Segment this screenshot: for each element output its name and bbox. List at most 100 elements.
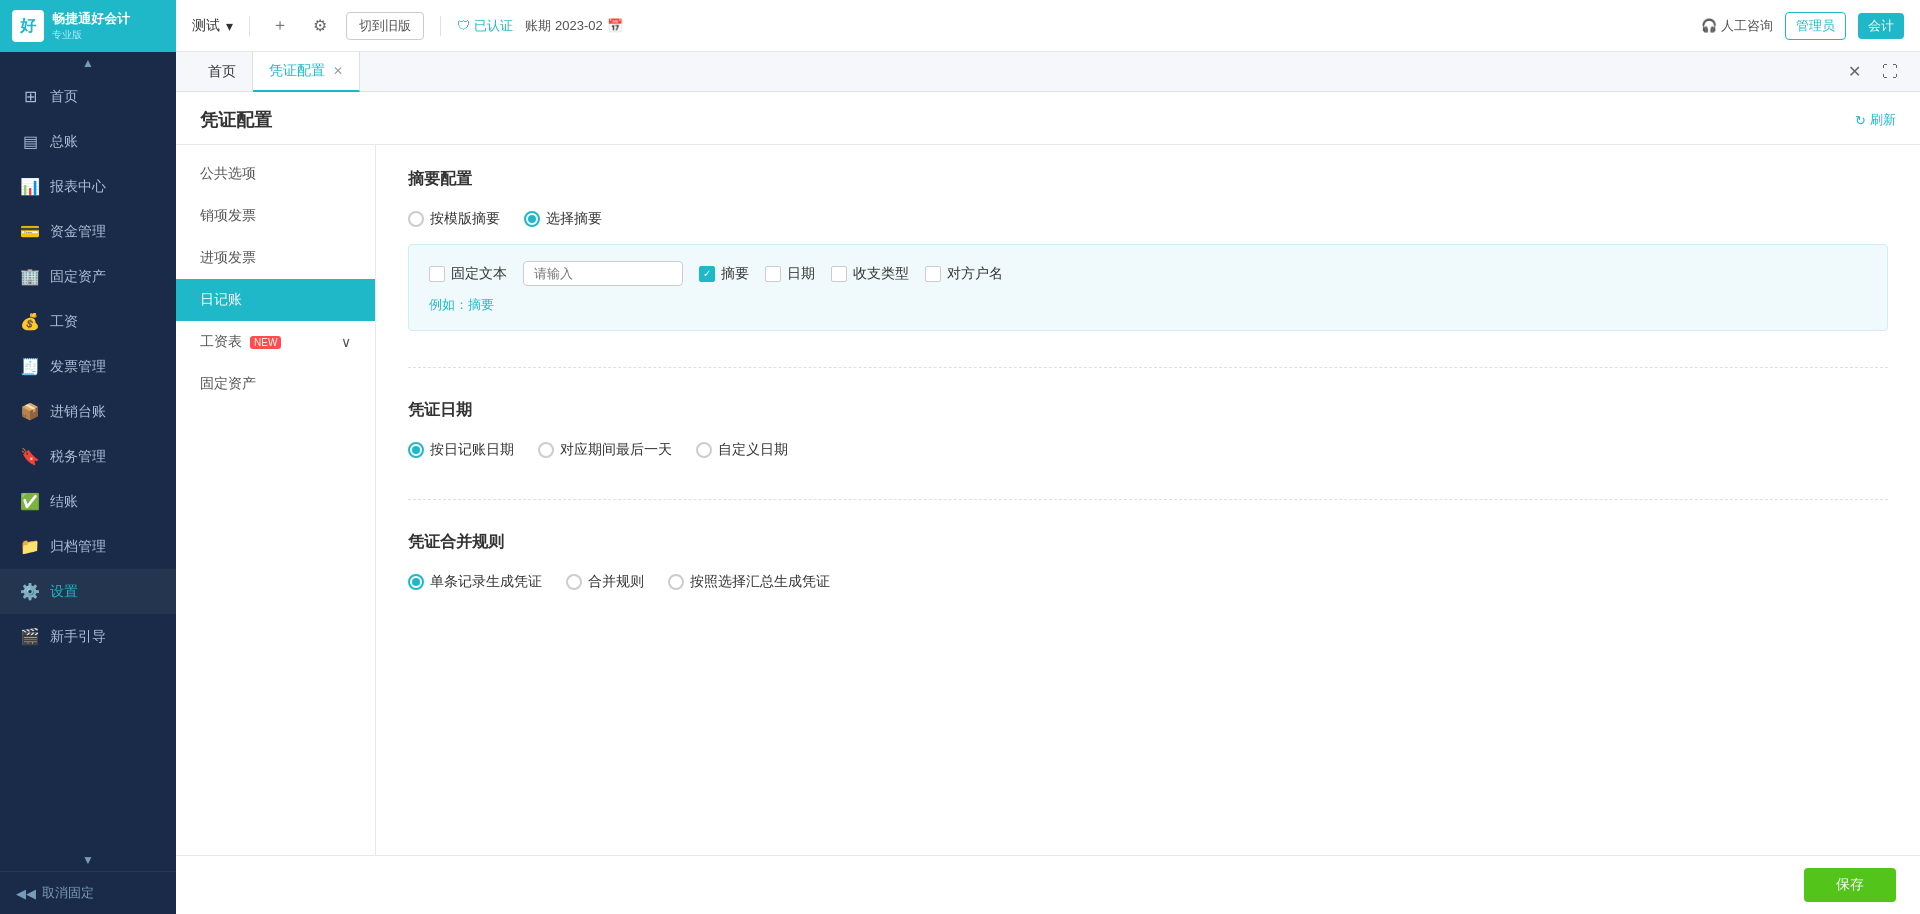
sidebar-label-assets: 固定资产: [50, 268, 106, 286]
radio-template-summary[interactable]: 按模版摘要: [408, 210, 500, 228]
cancel-fixed-label: 取消固定: [42, 884, 94, 902]
summary-config-box: 固定文本 ✓ 摘要 日期: [408, 244, 1888, 331]
checkbox-date-label: 日期: [787, 265, 815, 283]
merge-title: 凭证合并规则: [408, 532, 1888, 553]
sidebar-item-reports[interactable]: 📊 报表中心: [0, 164, 176, 209]
checkbox-payment-label: 收支类型: [853, 265, 909, 283]
down-arrow-icon: ▼: [82, 853, 94, 867]
radio-select-label: 选择摘要: [546, 210, 602, 228]
sidebar-item-invoice[interactable]: 🧾 发票管理: [0, 344, 176, 389]
sidebar-item-guide[interactable]: 🎬 新手引导: [0, 614, 176, 659]
radio-custom-label: 自定义日期: [718, 441, 788, 459]
sidebar-item-assets[interactable]: 🏢 固定资产: [0, 254, 176, 299]
nav-item-journal[interactable]: 日记账: [176, 279, 375, 321]
checkbox-date[interactable]: 日期: [765, 265, 815, 283]
up-arrow-icon: ▲: [82, 56, 94, 70]
radio-journal-label: 按日记账日期: [430, 441, 514, 459]
sidebar-label-reports: 报表中心: [50, 178, 106, 196]
sidebar-item-tax[interactable]: 🔖 税务管理: [0, 434, 176, 479]
assets-icon: 🏢: [20, 267, 40, 286]
tax-icon: 🔖: [20, 447, 40, 466]
checkbox-summary-label: 摘要: [721, 265, 749, 283]
sidebar-label-close: 结账: [50, 493, 78, 511]
logo-text: 畅捷通好会计 专业版: [52, 10, 130, 42]
certified-label: 已认证: [474, 17, 513, 35]
page-body: 公共选项 销项发票 进项发票 日记账 工资表 NEW: [176, 145, 1920, 855]
fullscreen-btn[interactable]: ⛶: [1876, 58, 1904, 86]
sidebar-item-archive[interactable]: 📁 归档管理: [0, 524, 176, 569]
radio-merge-circle: [566, 574, 582, 590]
summary-title: 摘要配置: [408, 169, 1888, 190]
radio-summary-generate[interactable]: 按照选择汇总生成凭证: [668, 573, 830, 591]
accountant-btn[interactable]: 会计: [1858, 13, 1904, 39]
radio-summary-label: 按照选择汇总生成凭证: [690, 573, 830, 591]
nav-item-payroll[interactable]: 工资表 NEW ∨: [176, 321, 375, 363]
sidebar-item-salary[interactable]: 💰 工资: [0, 299, 176, 344]
sidebar-item-sales[interactable]: 📦 进销台账: [0, 389, 176, 434]
merge-radio-group: 单条记录生成凭证 合并规则 按照选择汇总生成凭证: [408, 573, 1888, 591]
tab-voucher-config[interactable]: 凭证配置 ✕: [253, 52, 360, 92]
sidebar-label-invoice: 发票管理: [50, 358, 106, 376]
nav-item-sales-invoice[interactable]: 销项发票: [176, 195, 375, 237]
tab-close-icon[interactable]: ✕: [333, 64, 343, 78]
page-footer: 保存: [176, 855, 1920, 914]
sidebar-scroll-up[interactable]: ▲: [0, 52, 176, 74]
sidebar-label-funds: 资金管理: [50, 223, 106, 241]
nav-label-public: 公共选项: [200, 165, 256, 183]
topbar: 测试 ▾ ＋ ⚙ 切到旧版 🛡 已认证 账期 2023-02 📅 🎧 人工咨询 …: [176, 0, 1920, 52]
fixed-text-input[interactable]: [523, 261, 683, 286]
old-version-btn[interactable]: 切到旧版: [346, 12, 424, 40]
sidebar-item-funds[interactable]: 💳 资金管理: [0, 209, 176, 254]
radio-select-summary[interactable]: 选择摘要: [524, 210, 602, 228]
checkbox-fixed-text[interactable]: 固定文本: [429, 265, 507, 283]
sidebar-item-home[interactable]: ⊞ 首页: [0, 74, 176, 119]
radio-last-day[interactable]: 对应期间最后一天: [538, 441, 672, 459]
checkbox-summary[interactable]: ✓ 摘要: [699, 265, 749, 283]
calendar-icon[interactable]: 📅: [607, 18, 623, 33]
new-badge: NEW: [250, 336, 281, 349]
sidebar-item-ledger[interactable]: ▤ 总账: [0, 119, 176, 164]
sidebar-item-settings[interactable]: ⚙️ 设置: [0, 569, 176, 614]
sidebar-item-close[interactable]: ✅ 结账: [0, 479, 176, 524]
checkbox-payment-box: [831, 266, 847, 282]
sidebar-scroll-down[interactable]: ▼: [0, 849, 176, 871]
nav-item-public[interactable]: 公共选项: [176, 153, 375, 195]
radio-merge-rule[interactable]: 合并规则: [566, 573, 644, 591]
example-value: 摘要: [468, 297, 494, 312]
period-display: 账期 2023-02 📅: [525, 17, 623, 35]
project-selector[interactable]: 测试 ▾: [192, 17, 233, 35]
radio-journal-circle: [408, 442, 424, 458]
sidebar-label-tax: 税务管理: [50, 448, 106, 466]
consult-btn[interactable]: 🎧 人工咨询: [1701, 17, 1773, 35]
nav-item-purchase-invoice[interactable]: 进项发票: [176, 237, 375, 279]
gear-btn[interactable]: ⚙: [306, 12, 334, 40]
checkbox-payment-type[interactable]: 收支类型: [831, 265, 909, 283]
summary-radio-group: 按模版摘要 选择摘要: [408, 210, 1888, 228]
radio-journal-date[interactable]: 按日记账日期: [408, 441, 514, 459]
archive-icon: 📁: [20, 537, 40, 556]
content-area: 凭证配置 ↻ 刷新 公共选项 销项发票 进项发票: [176, 92, 1920, 914]
save-button[interactable]: 保存: [1804, 868, 1896, 902]
radio-merge-label: 合并规则: [588, 573, 644, 591]
nav-item-fixed-assets[interactable]: 固定资产: [176, 363, 375, 405]
close-tab-btn[interactable]: ✕: [1840, 58, 1868, 86]
add-btn[interactable]: ＋: [266, 12, 294, 40]
close-period-icon: ✅: [20, 492, 40, 511]
nav-label-fixed-assets: 固定资产: [200, 375, 256, 393]
admin-btn[interactable]: 管理员: [1785, 12, 1846, 40]
checkbox-counterparty-label: 对方户名: [947, 265, 1003, 283]
salary-icon: 💰: [20, 312, 40, 331]
sidebar-label-settings: 设置: [50, 583, 78, 601]
radio-custom-date[interactable]: 自定义日期: [696, 441, 788, 459]
reports-icon: 📊: [20, 177, 40, 196]
refresh-btn[interactable]: ↻ 刷新: [1855, 111, 1896, 141]
checkbox-counterparty[interactable]: 对方户名: [925, 265, 1003, 283]
tab-home[interactable]: 首页: [192, 52, 253, 92]
radio-summary-circle: [668, 574, 684, 590]
period-label: 账期: [525, 17, 551, 35]
tab-voucher-config-label: 凭证配置: [269, 62, 325, 80]
radio-single-record[interactable]: 单条记录生成凭证: [408, 573, 542, 591]
checkbox-fixed-box: [429, 266, 445, 282]
cancel-fixed-btn[interactable]: ◀◀ 取消固定: [0, 871, 176, 914]
checkbox-counterparty-box: [925, 266, 941, 282]
